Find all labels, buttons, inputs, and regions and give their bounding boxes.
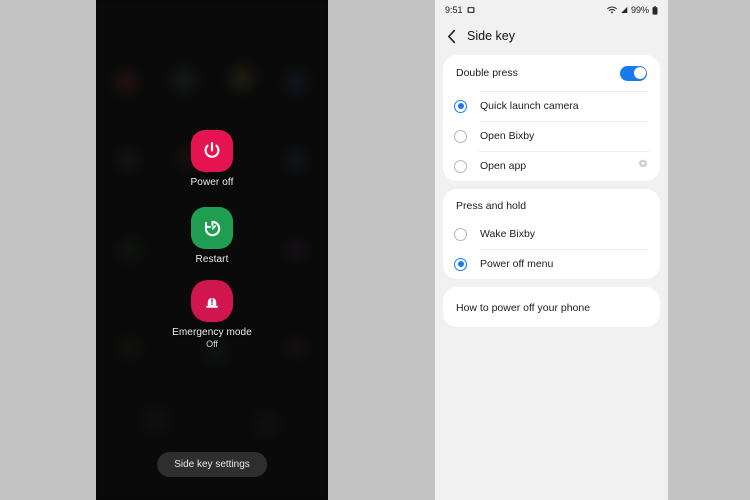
- double-press-header[interactable]: Double press: [443, 55, 660, 91]
- signal-icon: [620, 6, 628, 14]
- radio-open-app[interactable]: [454, 159, 467, 173]
- restart-label: Restart: [195, 254, 229, 265]
- status-bar-left: 9:51: [445, 5, 475, 15]
- press-and-hold-title: Press and hold: [456, 200, 527, 212]
- gear-icon[interactable]: [637, 157, 649, 175]
- restart-icon-wrap: [191, 207, 233, 249]
- double-press-card: Double press Quick launch camera Open Bi…: [443, 55, 660, 181]
- label-power-off-menu: Power off menu: [480, 258, 554, 270]
- status-time: 9:51: [445, 5, 463, 15]
- battery-percent: 99%: [630, 5, 649, 15]
- power-off-label: Power off: [190, 177, 234, 188]
- emergency-mode-option[interactable]: Emergency mode Off: [96, 280, 328, 349]
- emergency-icon-wrap: [191, 280, 233, 322]
- power-menu-options: Power off Restart Emergency mode Off: [96, 0, 328, 500]
- option-power-off-menu[interactable]: Power off menu: [443, 249, 660, 279]
- label-wake-bixby: Wake Bixby: [480, 228, 536, 240]
- screenshot-icon: [467, 6, 475, 14]
- status-bar-right: 99%: [607, 5, 658, 15]
- emergency-siren-icon: [191, 280, 233, 322]
- side-key-settings-button[interactable]: Side key settings: [157, 452, 267, 477]
- restart-icon: [191, 207, 233, 249]
- back-button[interactable]: [447, 29, 456, 44]
- power-menu-screen: Power off Restart Emergency mode Off Sid…: [96, 0, 328, 500]
- label-quick-launch-camera: Quick launch camera: [480, 100, 579, 112]
- radio-open-bixby[interactable]: [454, 129, 467, 143]
- radio-power-off-menu[interactable]: [454, 257, 467, 271]
- app-bar: Side key: [435, 20, 668, 52]
- help-link-text: How to power off your phone: [456, 302, 591, 314]
- label-open-app: Open app: [480, 160, 527, 172]
- option-open-app[interactable]: Open app: [443, 151, 660, 181]
- chevron-left-icon: [448, 29, 456, 43]
- restart-option[interactable]: Restart: [96, 207, 328, 265]
- power-icon: [191, 130, 233, 172]
- wifi-icon: [607, 6, 617, 14]
- help-link-card[interactable]: How to power off your phone: [443, 287, 660, 327]
- option-wake-bixby[interactable]: Wake Bixby: [443, 219, 660, 249]
- radio-wake-bixby[interactable]: [454, 227, 467, 241]
- double-press-toggle[interactable]: [620, 65, 647, 81]
- double-press-title: Double press: [456, 67, 518, 79]
- option-open-bixby[interactable]: Open Bixby: [443, 121, 660, 151]
- side-key-settings-screen: 9:51 99% Side key Double press Quick lau…: [435, 0, 668, 500]
- label-open-bixby: Open Bixby: [480, 130, 535, 142]
- battery-icon: [652, 5, 658, 15]
- emergency-mode-status: Off: [206, 339, 218, 349]
- power-off-icon-wrap: [191, 130, 233, 172]
- page-title: Side key: [467, 29, 515, 43]
- status-bar: 9:51 99%: [435, 0, 668, 20]
- emergency-mode-label: Emergency mode: [172, 327, 252, 338]
- option-quick-launch-camera[interactable]: Quick launch camera: [443, 91, 660, 121]
- press-and-hold-card: Press and hold Wake Bixby Power off menu: [443, 189, 660, 279]
- power-off-option[interactable]: Power off: [96, 130, 328, 188]
- toggle-knob: [633, 67, 646, 79]
- radio-quick-launch-camera[interactable]: [454, 99, 467, 113]
